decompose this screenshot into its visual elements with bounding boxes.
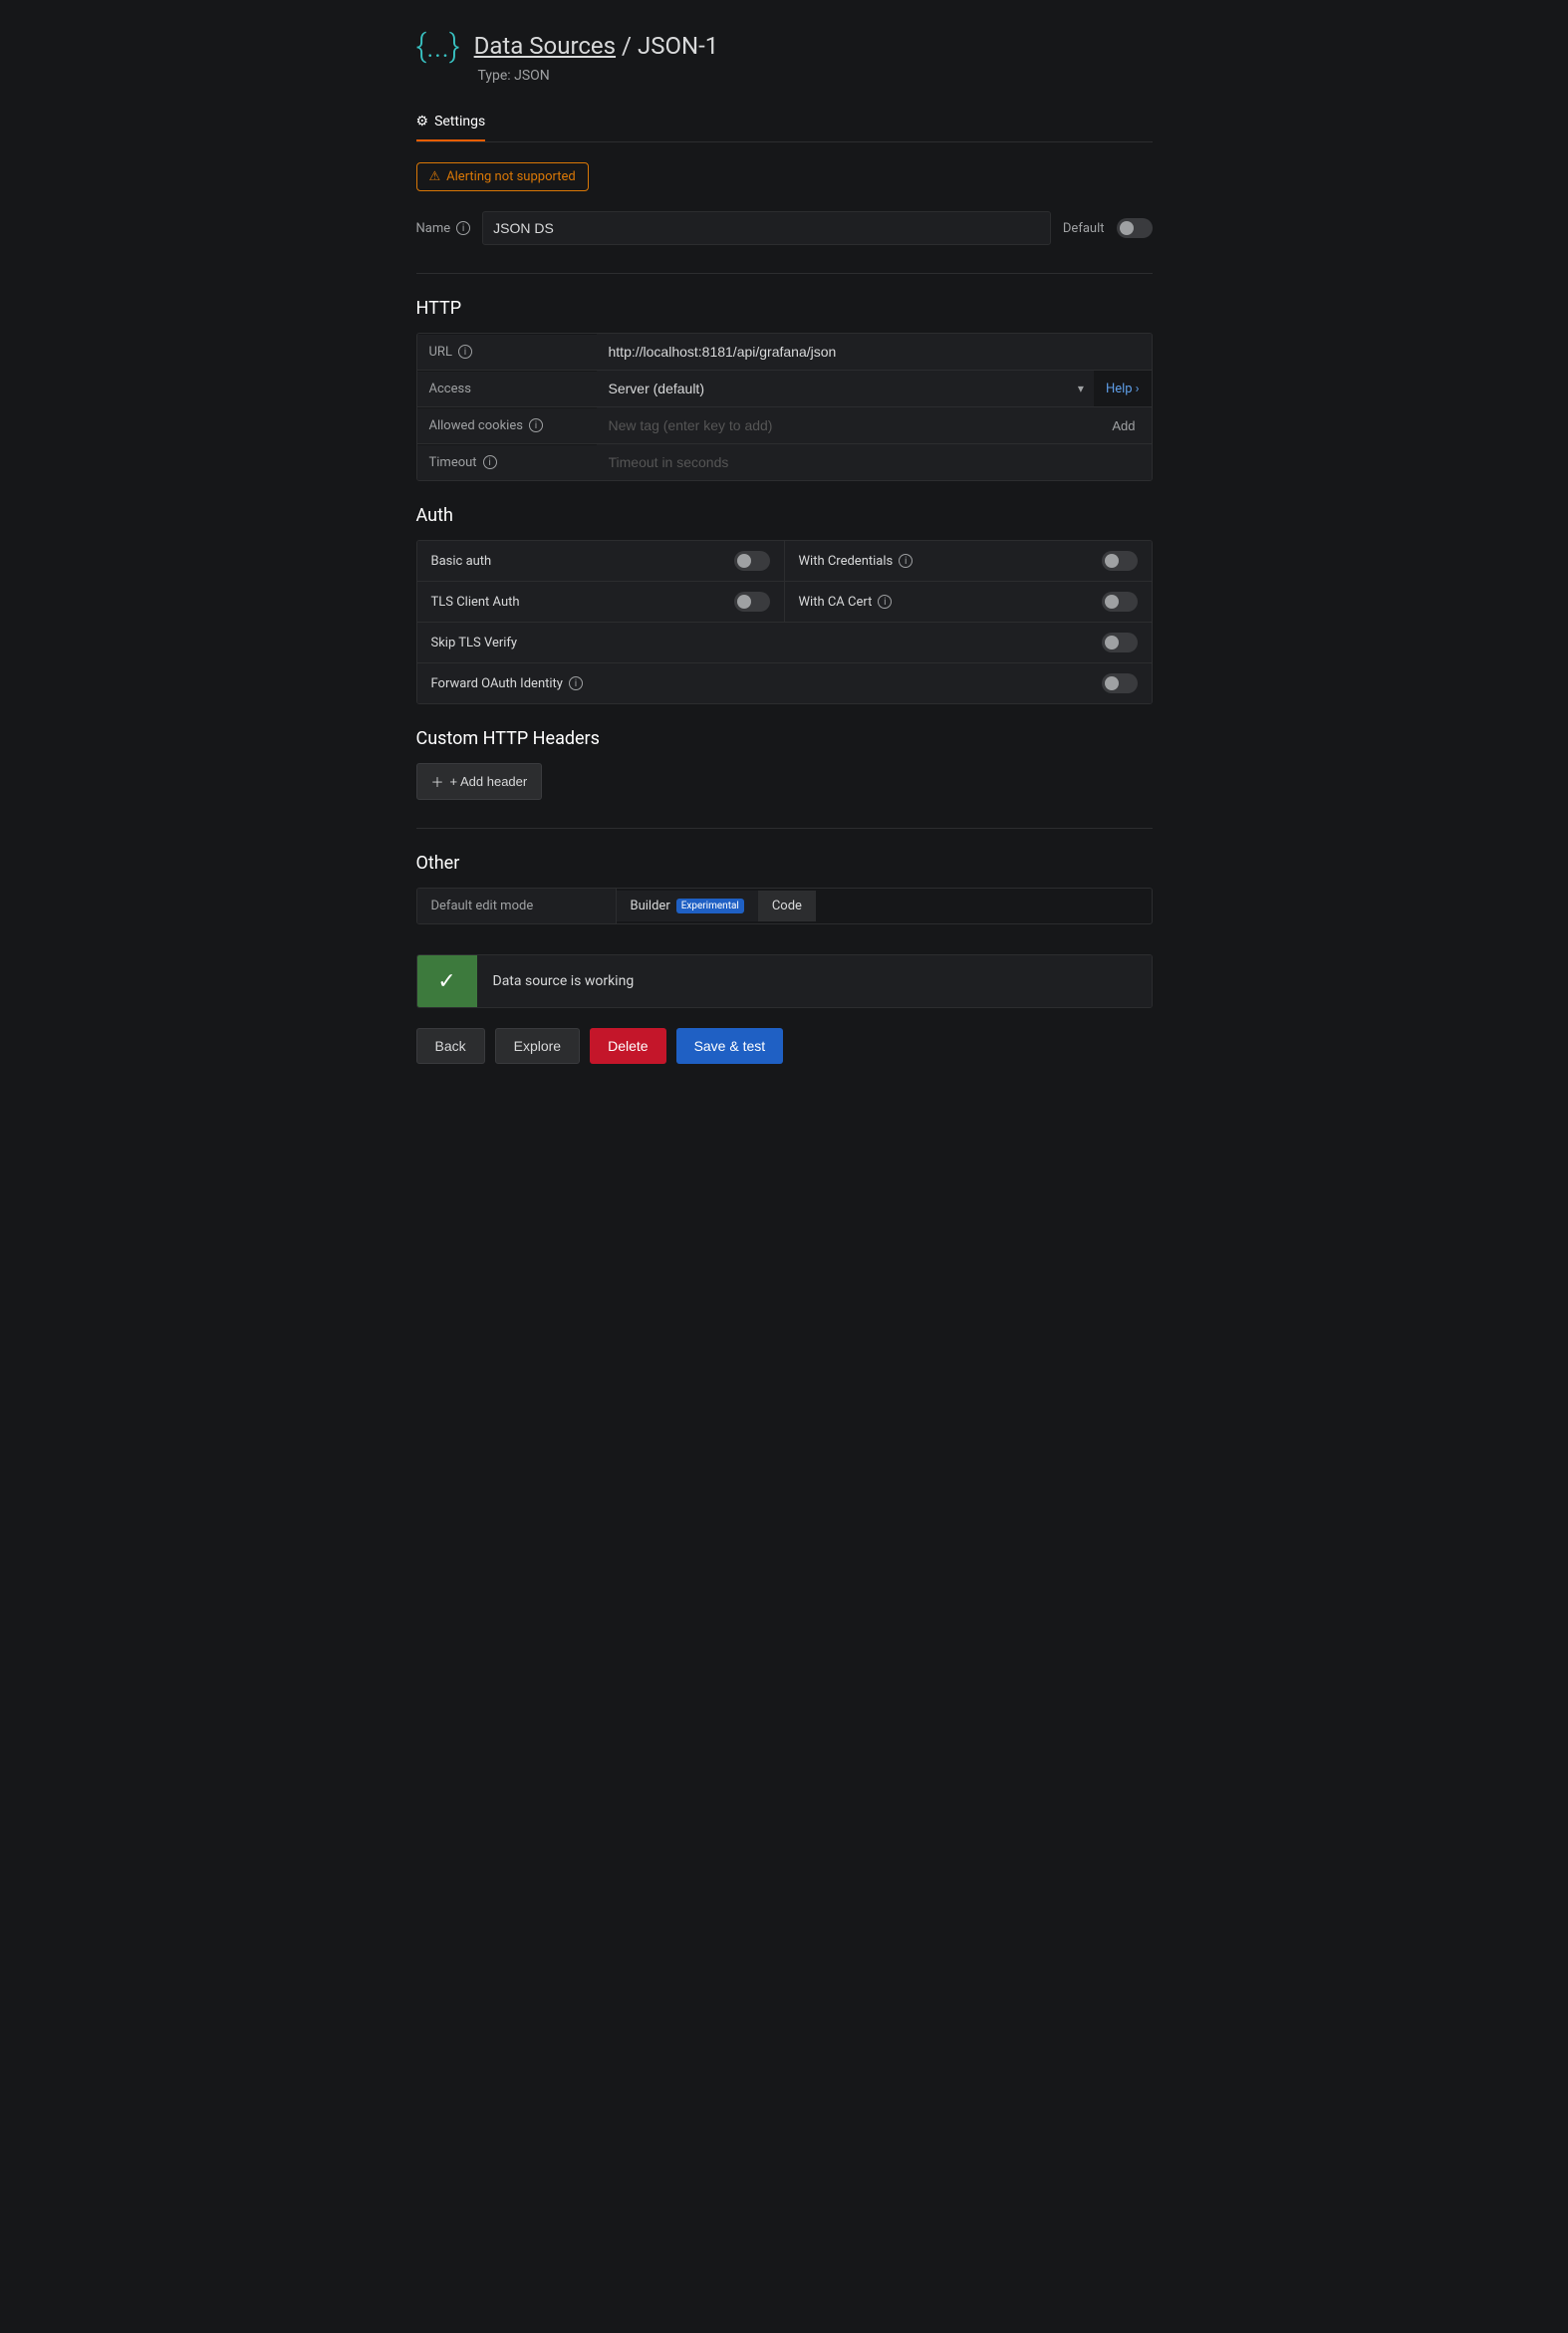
add-header-button[interactable]: ＋ + Add header (416, 763, 543, 800)
edit-mode-label: Default edit mode (417, 889, 617, 923)
access-select[interactable]: Server (default) Browser (605, 375, 1086, 402)
save-test-button[interactable]: Save & test (676, 1028, 784, 1064)
alert-warning-icon: ⚠ (429, 169, 441, 184)
timeout-value-cell (597, 444, 1152, 480)
auth-oauth-cell: Forward OAuth Identity i (417, 663, 1152, 703)
delete-button[interactable]: Delete (590, 1028, 665, 1064)
other-section-title: Other (416, 853, 1153, 874)
basic-auth-toggle[interactable] (734, 551, 770, 571)
auth-row-2: TLS Client Auth With CA Cert i (417, 582, 1152, 623)
auth-grid: Basic auth With Credentials i TLS Client… (416, 540, 1153, 704)
alert-banner: ⚠ Alerting not supported (416, 162, 589, 191)
breadcrumb-separator: / (622, 32, 632, 60)
timeout-label: Timeout i (417, 445, 597, 480)
settings-tab-label: Settings (434, 114, 485, 130)
skip-tls-toggle[interactable] (1102, 633, 1138, 652)
default-toggle[interactable] (1117, 218, 1153, 238)
tab-bar: ⚙ Settings (416, 104, 1153, 142)
auth-tls-cell: TLS Client Auth (417, 582, 784, 622)
auth-row-1: Basic auth With Credentials i (417, 541, 1152, 582)
credentials-toggle[interactable] (1102, 551, 1138, 571)
datasource-subtitle: Type: JSON (478, 68, 1153, 84)
status-check-icon: ✓ (437, 969, 455, 994)
alert-text: Alerting not supported (446, 169, 576, 184)
oauth-info-icon[interactable]: i (569, 676, 583, 690)
credentials-info-icon[interactable]: i (899, 554, 913, 568)
auth-row-3: Skip TLS Verify (417, 623, 1152, 663)
cookies-input[interactable] (605, 411, 1105, 439)
explore-button[interactable]: Explore (495, 1028, 580, 1064)
edit-mode-options: Builder Experimental Code (617, 891, 816, 921)
divider-2 (416, 828, 1153, 829)
cookies-row: Allowed cookies i Add (417, 407, 1152, 444)
http-table: URL i Access Server (default) Browser ▾ … (416, 333, 1153, 481)
add-header-label: + Add header (450, 774, 528, 789)
name-row: Name i Default (416, 211, 1153, 245)
tab-settings[interactable]: ⚙ Settings (416, 104, 486, 141)
help-chevron-icon: › (1136, 382, 1140, 396)
timeout-row: Timeout i (417, 444, 1152, 480)
experimental-badge: Experimental (676, 899, 744, 913)
url-label: URL i (417, 335, 597, 370)
name-input[interactable] (482, 211, 1051, 245)
url-info-icon[interactable]: i (458, 345, 472, 359)
settings-tab-icon: ⚙ (416, 114, 429, 130)
builder-option[interactable]: Builder Experimental (617, 891, 758, 921)
url-row: URL i (417, 334, 1152, 371)
cookies-label: Allowed cookies i (417, 408, 597, 443)
auth-credentials-cell: With Credentials i (784, 541, 1152, 581)
builder-label: Builder (631, 899, 670, 913)
default-label: Default (1063, 221, 1105, 236)
http-section-title: HTTP (416, 298, 1153, 319)
default-toggle-track[interactable] (1117, 218, 1153, 238)
code-label: Code (772, 899, 802, 913)
auth-basic-cell: Basic auth (417, 541, 784, 581)
cookies-add-button[interactable]: Add (1104, 418, 1143, 433)
oauth-toggle[interactable] (1102, 673, 1138, 693)
oauth-label: Forward OAuth Identity i (431, 676, 583, 691)
edit-mode-row: Default edit mode Builder Experimental C… (416, 888, 1153, 924)
access-select-wrap: Server (default) Browser ▾ (597, 371, 1094, 406)
auth-cacert-cell: With CA Cert i (784, 582, 1152, 622)
status-icon-box: ✓ (417, 955, 477, 1007)
timeout-info-icon[interactable]: i (483, 455, 497, 469)
auth-row-4: Forward OAuth Identity i (417, 663, 1152, 703)
logo-icon: {...} (416, 30, 460, 62)
footer-buttons: Back Explore Delete Save & test (416, 1028, 1153, 1064)
access-row: Access Server (default) Browser ▾ Help › (417, 371, 1152, 407)
custom-headers-title: Custom HTTP Headers (416, 728, 1153, 749)
auth-section-title: Auth (416, 505, 1153, 526)
auth-skip-tls-cell: Skip TLS Verify (417, 623, 1152, 662)
with-credentials-label: With Credentials i (799, 554, 914, 569)
breadcrumb-current: JSON-1 (638, 32, 718, 60)
cacert-info-icon[interactable]: i (878, 595, 892, 609)
help-link[interactable]: Help › (1094, 382, 1152, 396)
access-label: Access (417, 372, 597, 406)
timeout-input[interactable] (605, 448, 1144, 476)
add-header-plus-icon: ＋ (431, 772, 444, 791)
cookies-value-cell: Add (597, 407, 1152, 443)
breadcrumb-link[interactable]: Data Sources (474, 32, 616, 60)
name-info-icon[interactable]: i (456, 221, 470, 235)
url-value-cell (597, 334, 1152, 370)
status-bar: ✓ Data source is working (416, 954, 1153, 1008)
name-label: Name i (416, 221, 471, 236)
header: {...} Data Sources / JSON-1 (416, 30, 1153, 62)
page-container: {...} Data Sources / JSON-1 Type: JSON ⚙… (392, 0, 1176, 1104)
skip-tls-label: Skip TLS Verify (431, 636, 518, 650)
back-button[interactable]: Back (416, 1028, 485, 1064)
cookies-info-icon[interactable]: i (529, 418, 543, 432)
code-option[interactable]: Code (758, 891, 816, 921)
tls-auth-label: TLS Client Auth (431, 595, 520, 610)
cacert-toggle[interactable] (1102, 592, 1138, 612)
ca-cert-label: With CA Cert i (799, 595, 893, 610)
basic-auth-label: Basic auth (431, 554, 492, 569)
tls-toggle[interactable] (734, 592, 770, 612)
divider-1 (416, 273, 1153, 274)
status-text: Data source is working (477, 955, 1152, 1007)
url-input[interactable] (605, 338, 1144, 366)
breadcrumb: Data Sources / JSON-1 (474, 32, 719, 60)
